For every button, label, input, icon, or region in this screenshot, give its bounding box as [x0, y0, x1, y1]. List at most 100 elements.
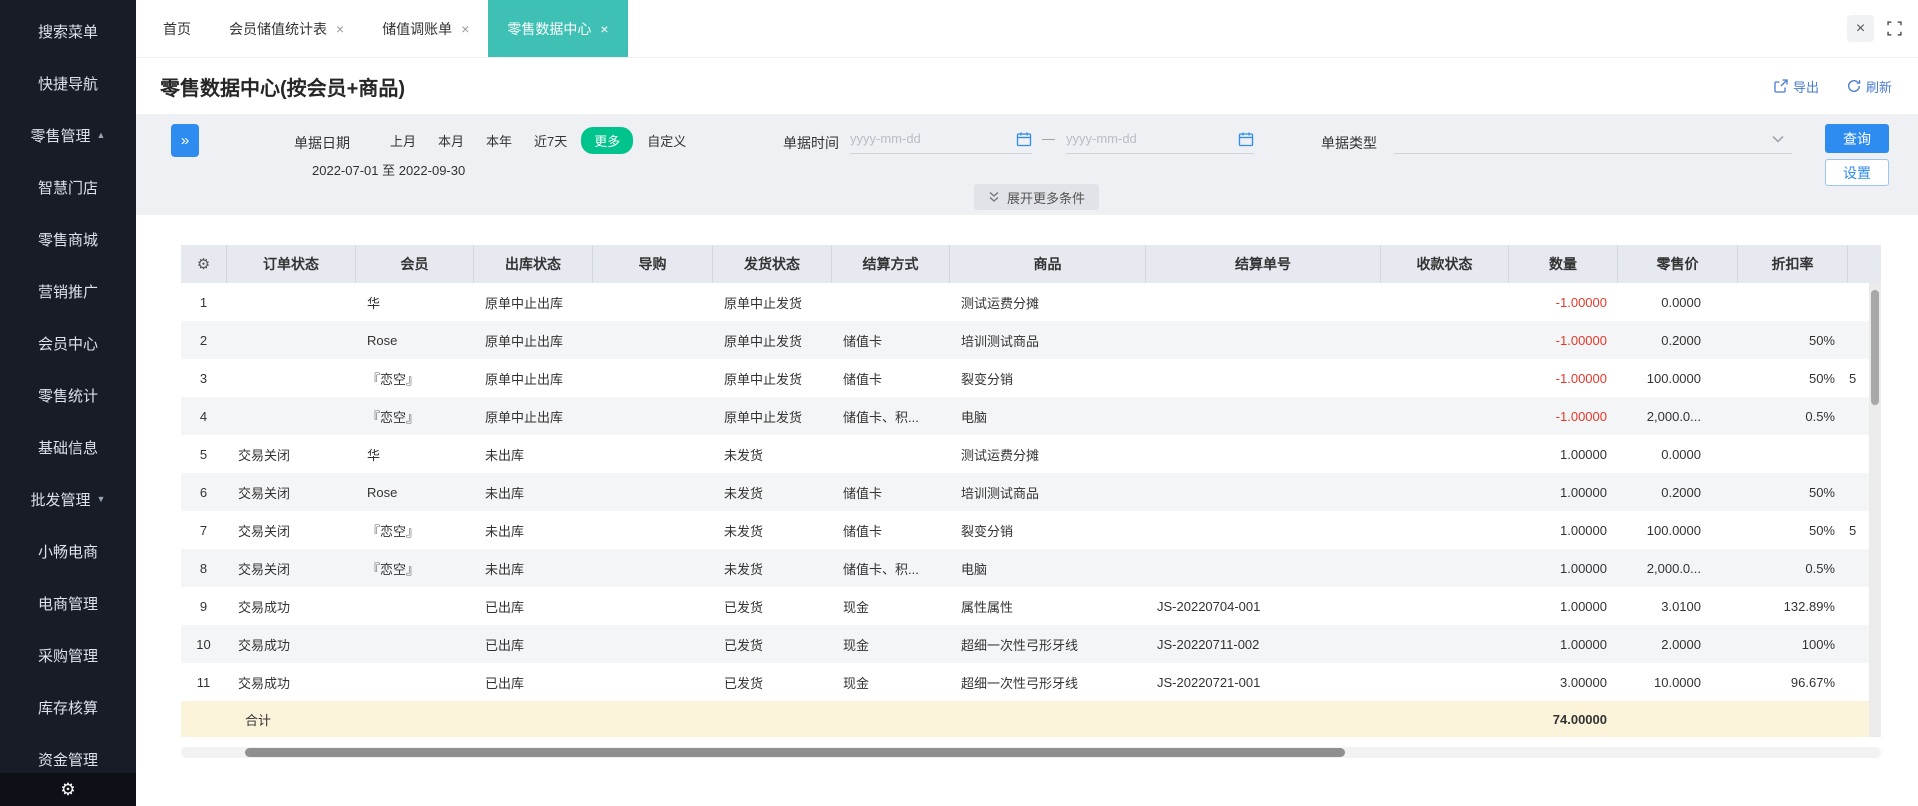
- table-row[interactable]: 11 交易成功 已出库 已发货 现金 超细一次性弓形牙线 JS-20220721-001 3.…: [181, 663, 1881, 701]
- table-cell: [1737, 283, 1847, 321]
- close-button[interactable]: ×: [1847, 15, 1874, 42]
- sidebar-item[interactable]: 智慧门店: [0, 161, 136, 213]
- column-header[interactable]: 结算单号: [1145, 245, 1380, 283]
- horizontal-scrollbar[interactable]: [181, 747, 1881, 758]
- table-row[interactable]: 2 Rose 原单中止出库 原单中止发货 储值卡 培训测试商品 -1.00000 0.2000…: [181, 321, 1881, 359]
- sidebar-item[interactable]: 零售商城: [0, 213, 136, 265]
- column-header[interactable]: 会员: [355, 245, 473, 283]
- vertical-scrollbar-thumb[interactable]: [1871, 290, 1879, 405]
- sidebar-item[interactable]: 零售管理 ▲: [0, 109, 136, 161]
- sidebar-item[interactable]: 采购管理: [0, 629, 136, 681]
- vertical-scrollbar[interactable]: [1869, 283, 1881, 737]
- column-header[interactable]: 折扣率: [1737, 245, 1847, 283]
- fullscreen-button[interactable]: [1887, 21, 1902, 36]
- sidebar-item[interactable]: 营销推广: [0, 265, 136, 317]
- table-cell: [592, 701, 712, 737]
- table-cell: 50%: [1808, 370, 1835, 386]
- calendar-icon[interactable]: [1016, 131, 1032, 147]
- column-header[interactable]: [1847, 245, 1881, 283]
- table-cell: [226, 359, 355, 397]
- sidebar-menu: 搜索菜单 快捷导航 零售管理 ▲ 智慧门店零售商城营销推广会员中心零售统计 基础信息 批发管…: [0, 0, 136, 785]
- query-button[interactable]: 查询: [1825, 124, 1889, 153]
- expand-more-label: 展开更多条件: [1007, 190, 1086, 206]
- table-row[interactable]: 3 『恋空』 原单中止出库 原单中止发货 储值卡 裂变分销 -1.00000 100.0000…: [181, 359, 1881, 397]
- tab-close-icon[interactable]: ×: [336, 22, 344, 36]
- sidebar-item[interactable]: 库存核算: [0, 681, 136, 733]
- table-cell: 原单中止发货: [724, 409, 803, 425]
- sidebar-item[interactable]: 批发管理 ▼: [0, 473, 136, 525]
- table-row[interactable]: 10 交易成功 已出库 已发货 现金 超细一次性弓形牙线 JS-20220711-002 1.…: [181, 625, 1881, 663]
- table-row[interactable]: 9 交易成功 已出库 已发货 现金 属性属性 JS-20220704-001 1.00000 3…: [181, 587, 1881, 625]
- column-header[interactable]: 数量: [1508, 245, 1617, 283]
- table-cell: 『恋空』: [367, 371, 420, 387]
- table-row[interactable]: 6 交易关闭 Rose 未出库 未发货 储值卡 培训测试商品 1.00000 0.2000 50%: [181, 473, 1881, 511]
- export-button[interactable]: 导出: [1774, 77, 1819, 96]
- sidebar-item[interactable]: 小畅电商: [0, 525, 136, 577]
- quick-ranges: 上月 本月 本年 近7天: [382, 127, 575, 154]
- tab[interactable]: 零售数据中心 ×: [488, 0, 628, 57]
- column-header[interactable]: 商品: [949, 245, 1145, 283]
- sidebar-item-label: 会员中心: [37, 335, 98, 353]
- table-cell: 8: [199, 560, 208, 576]
- table-row[interactable]: 7 交易关闭 『恋空』 未出库 未发货 储值卡 裂变分销 1.00000 100.0000 50%…: [181, 511, 1881, 549]
- table-cell: [592, 321, 712, 359]
- settings-gear-icon[interactable]: ⚙: [60, 780, 75, 800]
- table-cell: [1145, 397, 1380, 435]
- sidebar-item[interactable]: 会员中心: [0, 317, 136, 369]
- quick-range-button[interactable]: 上月: [382, 127, 424, 154]
- column-header[interactable]: 发货状态: [712, 245, 831, 283]
- tab[interactable]: 储值调账单 ×: [363, 0, 488, 57]
- column-header[interactable]: 出库状态: [473, 245, 592, 283]
- doc-type-select[interactable]: [1394, 124, 1792, 154]
- refresh-button[interactable]: 刷新: [1847, 77, 1892, 96]
- table-cell: 原单中止出库: [485, 295, 564, 311]
- table-row[interactable]: 1 华 原单中止出库 原单中止发货 测试运费分摊 -1.00000 0.0000: [181, 283, 1881, 321]
- tab-close-icon[interactable]: ×: [461, 22, 469, 36]
- start-date-input[interactable]: [850, 131, 1012, 146]
- table-cell: [355, 701, 473, 737]
- quick-range-button[interactable]: 近7天: [526, 127, 575, 154]
- sidebar-item[interactable]: 电商管理: [0, 577, 136, 629]
- table-cell: [1380, 397, 1508, 435]
- sidebar-item[interactable]: 基础信息: [0, 421, 136, 473]
- sidebar-item-label: 资金管理: [37, 751, 98, 769]
- table-row[interactable]: 8 交易关闭 『恋空』 未出库 未发货 储值卡、积... 电脑 1.00000 2,000.0.…: [181, 549, 1881, 587]
- sidebar-item-label: 零售商城: [37, 231, 98, 249]
- collapse-panel-button[interactable]: »: [171, 124, 199, 157]
- column-header[interactable]: 订单状态: [226, 245, 355, 283]
- table-row[interactable]: 5 交易关闭 华 未出库 未发货 测试运费分摊 1.00000 0.0000: [181, 435, 1881, 473]
- column-settings[interactable]: ⚙: [181, 245, 226, 283]
- end-date-input[interactable]: [1066, 131, 1234, 146]
- tab-close-icon[interactable]: ×: [600, 22, 608, 36]
- calendar-icon[interactable]: [1238, 131, 1254, 147]
- more-button[interactable]: 更多: [581, 127, 634, 154]
- doc-time-label: 单据时间: [783, 135, 839, 151]
- expand-more-button[interactable]: 展开更多条件: [974, 184, 1100, 210]
- data-table: ⚙ 订单状态 会员 出库状态 导购 发货状态 结算方式 商品 结算单号 收款状态 数量 零售价 折扣率 …: [181, 245, 1881, 737]
- settings-button[interactable]: 设置: [1825, 159, 1889, 186]
- chevron-down-icon: ▼: [96, 494, 106, 504]
- table-cell: 2,000.0...: [1646, 560, 1701, 576]
- tab[interactable]: 会员储值统计表 ×: [210, 0, 363, 57]
- horizontal-scrollbar-thumb[interactable]: [245, 748, 1345, 757]
- column-header[interactable]: 结算方式: [831, 245, 949, 283]
- table-cell: 1.00000: [1560, 484, 1607, 500]
- table-cell: 原单中止发货: [724, 295, 803, 311]
- sidebar-item[interactable]: 快捷导航: [0, 57, 136, 109]
- sidebar-item[interactable]: 搜索菜单: [0, 5, 136, 57]
- quick-range-button[interactable]: 本月: [430, 127, 472, 154]
- quick-range-button[interactable]: 本年: [478, 127, 520, 154]
- table-cell: 华: [367, 447, 381, 463]
- table-cell: 未出库: [485, 447, 525, 463]
- table-cell: [1380, 473, 1508, 511]
- column-header[interactable]: 零售价: [1617, 245, 1737, 283]
- table-row[interactable]: 4 『恋空』 原单中止出库 原单中止发货 储值卡、积... 电脑 -1.00000 2,000…: [181, 397, 1881, 435]
- column-header[interactable]: 收款状态: [1380, 245, 1508, 283]
- custom-button[interactable]: 自定义: [639, 127, 694, 154]
- table-cell: 1.00000: [1560, 636, 1607, 652]
- column-header[interactable]: 导购: [592, 245, 712, 283]
- tab[interactable]: 首页: [144, 0, 210, 57]
- table-cell: [1145, 549, 1380, 587]
- sidebar-item[interactable]: 零售统计: [0, 369, 136, 421]
- export-label: 导出: [1792, 79, 1819, 95]
